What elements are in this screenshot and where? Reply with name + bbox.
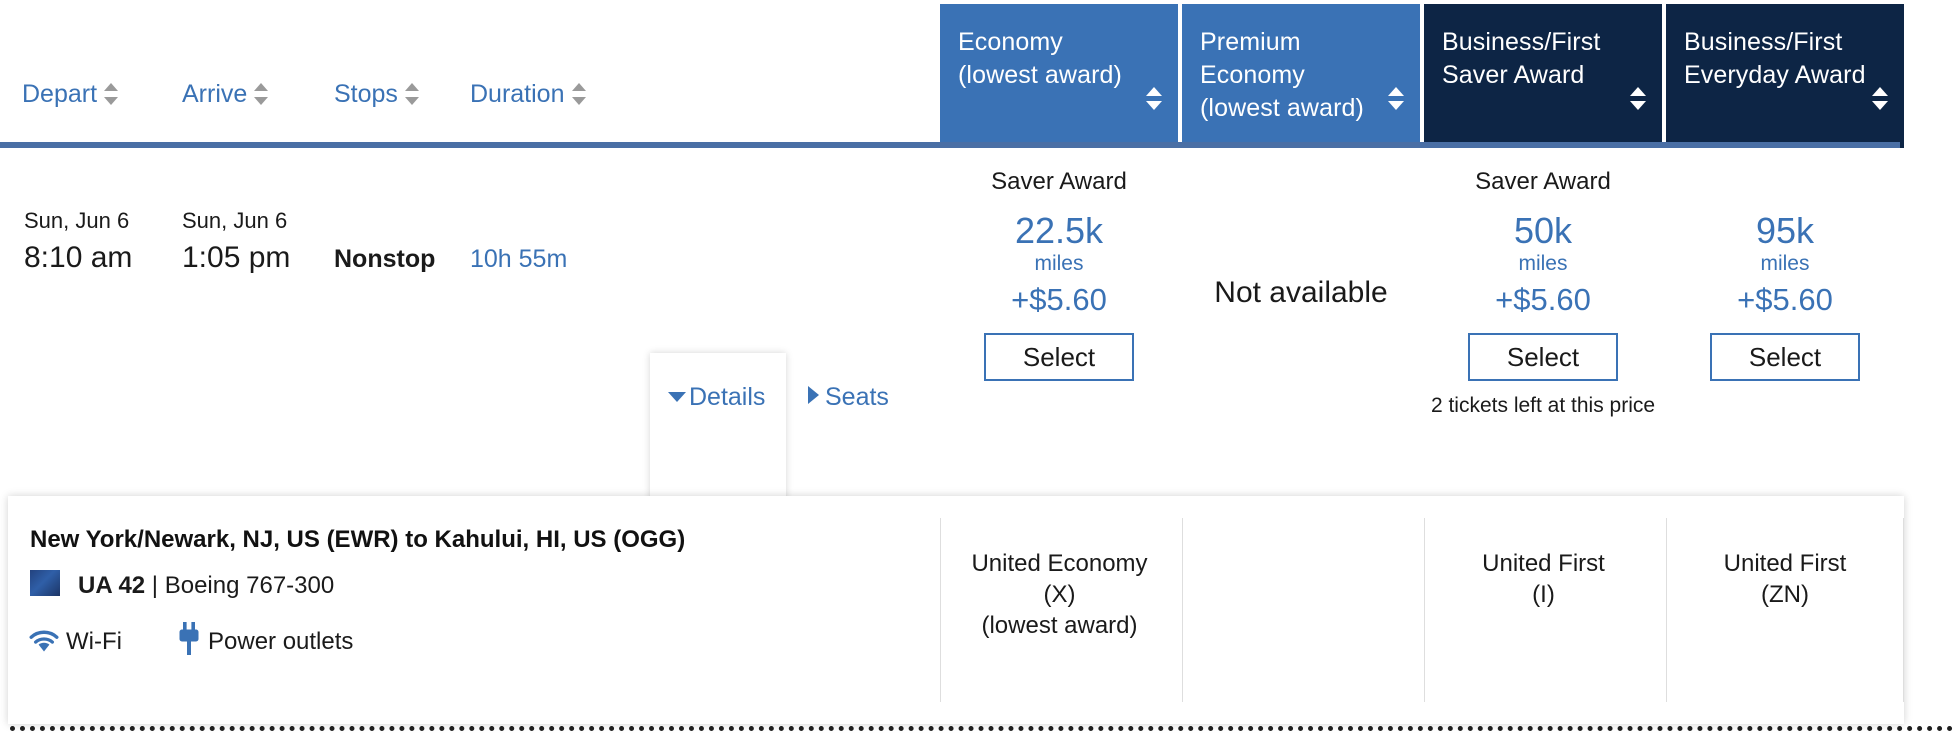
details-label: Details (689, 383, 765, 411)
fare-header-economy-line1: Economy (958, 26, 1160, 59)
sort-column-stops[interactable]: Stops (334, 78, 421, 110)
seats-label: Seats (825, 383, 889, 411)
fare-cash-business-first-saver: +$5.60 (1424, 282, 1662, 318)
panel-fare-class-economy-line2: (X) (941, 579, 1178, 610)
chevron-down-icon (668, 392, 686, 402)
panel-fare-class-business-first-saver: United First (I) (1424, 518, 1662, 702)
fare-cell-economy: Saver Award 22.5k miles +$5.60 Select (940, 148, 1178, 496)
fare-unavailable-premium-economy: Not available (1182, 276, 1420, 310)
arrive-time: 1:05 pm (182, 241, 290, 275)
sort-column-arrive[interactable]: Arrive (182, 78, 270, 110)
sort-column-stops-label: Stops (334, 80, 398, 108)
duration-value: 10h 55m (470, 245, 567, 274)
amenity-wifi-label: Wi-Fi (66, 628, 122, 656)
fare-miles-unit-business-first-everyday: miles (1666, 252, 1904, 276)
fare-header-business-first-everyday-line1: Business/First (1684, 26, 1886, 59)
sort-column-duration[interactable]: Duration (470, 78, 588, 110)
flight-details-panel: New York/Newark, NJ, US (EWR) to Kahului… (8, 496, 1904, 724)
select-button-economy[interactable]: Select (984, 333, 1134, 381)
panel-aircraft: Boeing 767-300 (165, 572, 334, 599)
panel-fare-class-business-first-everyday: United First (ZN) (1666, 518, 1904, 702)
sort-column-depart-label: Depart (22, 80, 97, 108)
sort-column-labels: Depart Arrive Stops Duration (0, 78, 940, 120)
amenity-power-label: Power outlets (208, 628, 353, 656)
fare-header-business-first-everyday-line2: Everyday Award (1684, 59, 1886, 92)
sort-column-depart[interactable]: Depart (22, 78, 120, 110)
fare-miles-business-first-saver: 50k (1424, 210, 1662, 252)
fare-cash-business-first-everyday: +$5.60 (1666, 282, 1904, 318)
select-button-business-first-everyday[interactable]: Select (1710, 333, 1860, 381)
fare-miles-unit-economy: miles (940, 252, 1178, 276)
fare-miles-business-first-everyday: 95k (1666, 210, 1904, 252)
fare-header-business-first-saver-line2: Saver Award (1442, 59, 1644, 92)
panel-flight-separator: | (145, 572, 165, 599)
fare-cell-business-first-everyday: 95k miles +$5.60 Select (1666, 148, 1904, 496)
sort-updown-icon[interactable] (1630, 86, 1648, 112)
panel-fare-class-economy: United Economy (X) (lowest award) (940, 518, 1178, 702)
panel-fare-class-business-first-saver-line1: United First (1425, 548, 1662, 579)
fare-header-economy-line2: (lowest award) (958, 59, 1160, 92)
depart-time: 8:10 am (24, 241, 132, 275)
panel-fare-class-business-first-everyday-line2: (ZN) (1667, 579, 1903, 610)
sort-updown-icon[interactable] (405, 83, 421, 107)
arrive-date: Sun, Jun 6 (182, 208, 287, 234)
fare-header-premium-economy[interactable]: Premium Economy (lowest award) (1182, 4, 1420, 148)
fare-award-type-business-first-saver: Saver Award (1424, 168, 1662, 196)
sort-updown-icon[interactable] (1872, 86, 1890, 112)
fare-header-premium-economy-line2: Economy (1200, 59, 1402, 92)
united-airlines-logo-icon (30, 570, 60, 596)
sort-column-arrive-label: Arrive (182, 80, 247, 108)
sort-updown-icon[interactable] (104, 83, 120, 107)
fare-header-premium-economy-line3: (lowest award) (1200, 92, 1402, 125)
flight-result-row: Sun, Jun 6 8:10 am Sun, Jun 6 1:05 pm No… (0, 148, 1954, 496)
fare-miles-economy: 22.5k (940, 210, 1178, 252)
depart-date: Sun, Jun 6 (24, 208, 129, 234)
power-plug-icon (176, 622, 202, 656)
select-button-business-first-saver[interactable]: Select (1468, 333, 1618, 381)
fare-cash-economy: +$5.60 (940, 282, 1178, 318)
panel-route-title: New York/Newark, NJ, US (EWR) to Kahului… (30, 526, 685, 554)
fare-cell-premium-economy: Not available (1182, 148, 1420, 496)
panel-fare-class-economy-line3: (lowest award) (941, 610, 1178, 641)
fare-header-business-first-saver[interactable]: Business/First Saver Award (1424, 4, 1662, 148)
sort-updown-icon[interactable] (1388, 86, 1406, 112)
seats-left-note: 2 tickets left at this price (1384, 394, 1702, 418)
fare-header-premium-economy-line1: Premium (1200, 26, 1402, 59)
sort-updown-icon[interactable] (254, 83, 270, 107)
sort-column-duration-label: Duration (470, 80, 565, 108)
panel-flight-number: UA 42 (78, 572, 145, 599)
seats-toggle[interactable]: Seats (808, 383, 889, 412)
panel-fare-class-economy-line1: United Economy (941, 548, 1178, 579)
panel-fare-class-business-first-everyday-line1: United First (1667, 548, 1903, 579)
details-toggle[interactable]: Details (668, 383, 765, 412)
panel-fare-class-business-first-saver-line2: (I) (1425, 579, 1662, 610)
fare-cell-business-first-saver: Saver Award 50k miles +$5.60 Select 2 ti… (1424, 148, 1662, 496)
panel-bottom-dashed-divider (10, 726, 1954, 731)
fare-header-economy[interactable]: Economy (lowest award) (940, 4, 1178, 148)
chevron-right-icon (808, 386, 819, 404)
stops-value: Nonstop (334, 245, 435, 274)
fare-award-type-economy: Saver Award (940, 168, 1178, 196)
wifi-icon (28, 628, 60, 654)
sort-updown-icon[interactable] (1146, 86, 1164, 112)
fare-header-business-first-saver-line1: Business/First (1442, 26, 1644, 59)
results-header-row: Depart Arrive Stops Duration Economy (lo… (0, 0, 1954, 148)
sort-updown-icon[interactable] (572, 83, 588, 107)
fare-miles-unit-business-first-saver: miles (1424, 252, 1662, 276)
panel-fare-class-premium-economy (1182, 518, 1420, 702)
fare-header-business-first-everyday[interactable]: Business/First Everyday Award (1666, 4, 1904, 148)
panel-flight-info: UA 42 | Boeing 767-300 (78, 572, 334, 600)
